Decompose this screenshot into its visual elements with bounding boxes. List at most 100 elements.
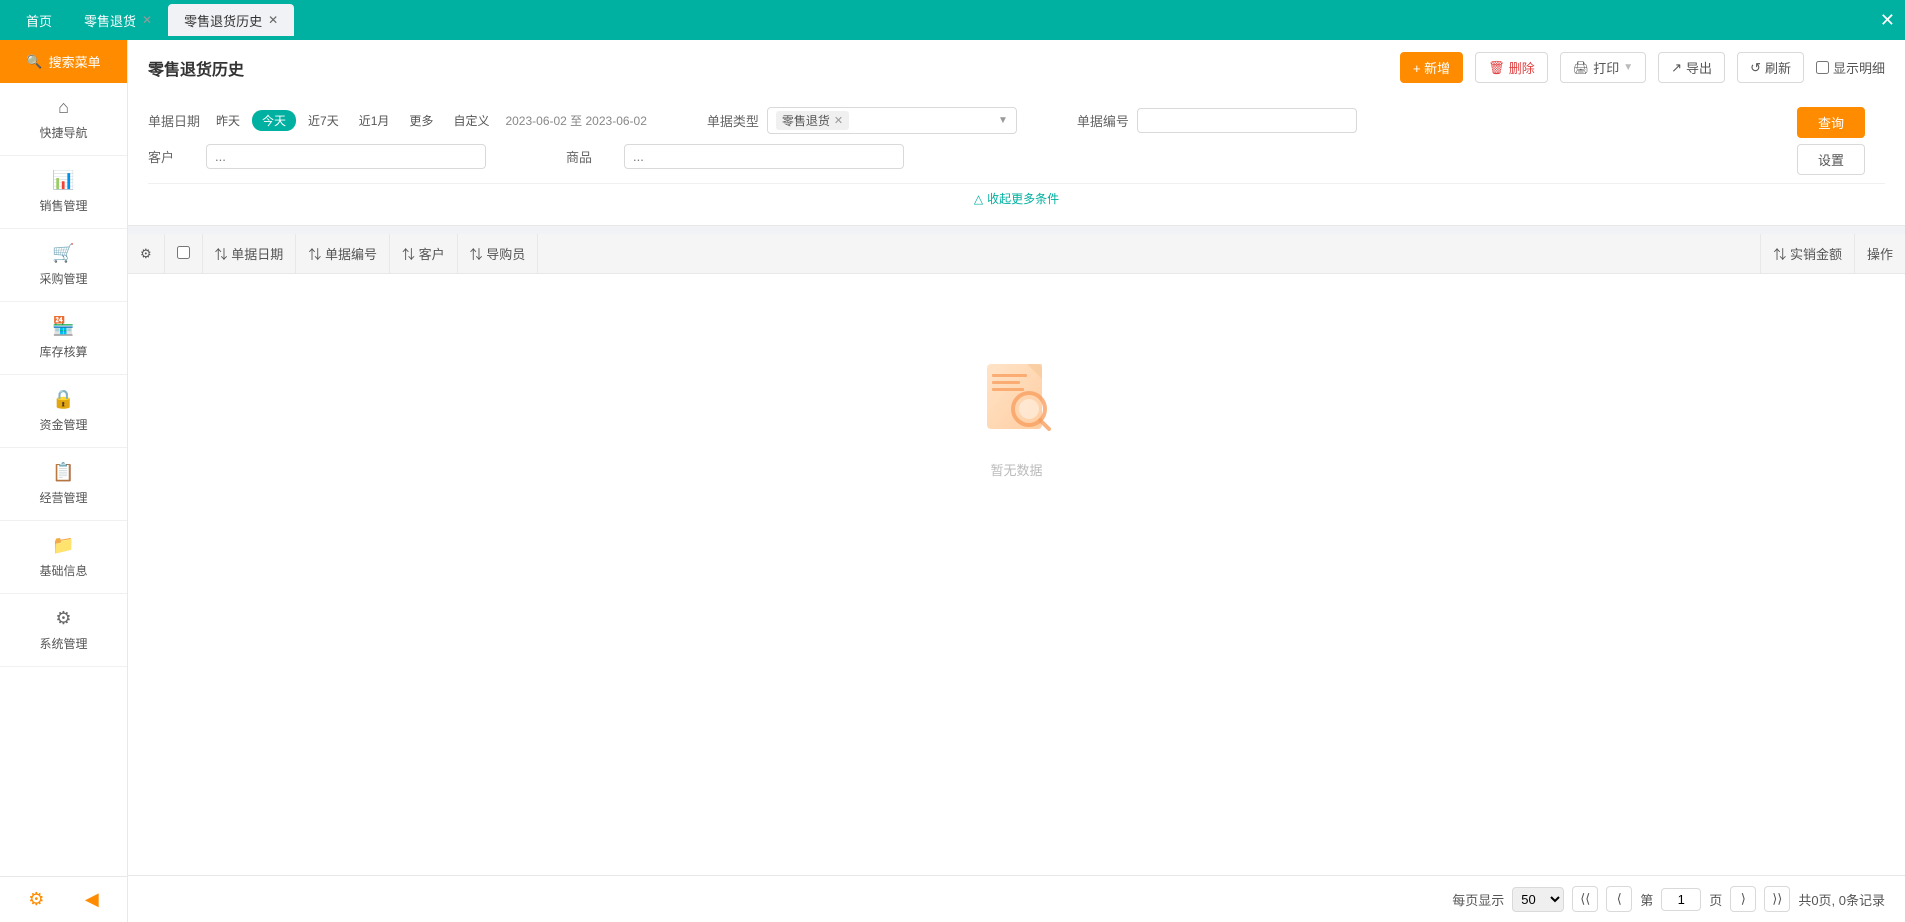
inventory-icon: 🏪 [52,316,74,337]
sidebar-item-purchase-mgmt[interactable]: 🛒 采购管理 [0,229,127,302]
doc-no-label: 单据编号 [1077,111,1129,130]
sidebar-bottom: ⚙ ◀ [0,876,127,922]
per-page-label: 每页显示 [1452,890,1504,909]
th-customer[interactable]: ⇅ 客户 [389,234,457,274]
date-btn-custom[interactable]: 自定义 [445,110,497,131]
date-buttons: 昨天 今天 近7天 近1月 更多 自定义 [208,110,497,131]
query-settings-area: 查询 设置 [1797,107,1885,175]
goods-label: 商品 [566,147,616,166]
th-action: 操作 [1854,234,1905,274]
filter-goods: 商品 [566,144,904,169]
tab-retail-return[interactable]: 零售退货 ✕ [68,4,168,36]
doc-type-select[interactable]: 零售退货 ✕ ▼ [767,107,1017,134]
window-close-btn[interactable]: ✕ [1880,10,1895,31]
tab-home-label: 首页 [26,11,52,30]
page-number-input[interactable] [1661,888,1701,911]
th-guide[interactable]: ⇅ 导购员 [457,234,538,274]
filter-row-2: 客户 商品 [148,144,1777,169]
sidebar-item-finance[interactable]: 🔒 资金管理 [0,375,127,448]
page-title-row: 零售退货历史 + 新增 🗑 删除 🖨 打印 ▼ ↗ 导出 [148,52,1885,83]
sidebar-item-base-info[interactable]: 📁 基础信息 [0,521,127,594]
tab-retail-return-history-label: 零售退货历史 [184,11,262,30]
tab-retail-return-label: 零售退货 [84,11,136,30]
operations-icon: 📋 [52,462,74,483]
th-check[interactable] [164,234,202,274]
customer-input[interactable] [206,144,486,169]
doc-no-input[interactable] [1137,108,1357,133]
total-info: 共0页, 0条记录 [1798,890,1885,909]
settings-btn[interactable]: 设置 [1797,144,1865,175]
th-doc-no[interactable]: ⇅ 单据编号 [296,234,390,274]
sidebar-item-quick-nav[interactable]: ⌂ 快捷导航 [0,83,127,156]
sidebar-item-inventory[interactable]: 🏪 库存核算 [0,302,127,375]
new-btn[interactable]: + 新增 [1400,52,1463,83]
sidebar-item-sales-label: 销售管理 [39,197,87,214]
doc-type-tag-remove[interactable]: ✕ [834,114,843,127]
tab-retail-return-history-close[interactable]: ✕ [268,13,278,27]
th-gear[interactable]: ⚙ [128,234,164,274]
sidebar-item-system-label: 系统管理 [39,635,87,652]
filter-date: 单据日期 昨天 今天 近7天 近1月 更多 自定义 2023-06-02 至 2… [148,110,647,131]
date-btn-more[interactable]: 更多 [401,110,441,131]
collapse-sidebar-icon[interactable]: ◀ [85,889,99,910]
th-doc-date[interactable]: ⇅ 单据日期 [202,234,296,274]
page-label-pre: 第 [1640,890,1653,909]
show-detail-checkbox[interactable]: 显示明细 [1816,58,1885,77]
data-table: ⚙ ⇅ 单据日期 ⇅ 单据编号 [128,234,1905,274]
doc-type-chevron-icon: ▼ [998,115,1008,126]
top-tab-bar: 首页 零售退货 ✕ 零售退货历史 ✕ ✕ [0,0,1905,40]
sidebar-item-system-mgmt[interactable]: ⚙ 系统管理 [0,594,127,667]
main-layout: 🔍 搜索菜单 ⌂ 快捷导航 📊 销售管理 🛒 采购管理 🏪 库存核算 🔒 资金管… [0,40,1905,922]
table-header-row: ⚙ ⇅ 单据日期 ⇅ 单据编号 [128,234,1905,274]
per-page-select[interactable]: 50 10 20 100 [1512,887,1564,912]
print-btn[interactable]: 🖨 打印 ▼ [1560,52,1646,83]
next-page-btn[interactable]: ⟩ [1730,886,1756,912]
filter-customer: 客户 [148,144,486,169]
empty-state: 暂无数据 [128,274,1905,559]
tab-retail-return-close[interactable]: ✕ [142,13,152,27]
content-area: 零售退货历史 + 新增 🗑 删除 🖨 打印 ▼ ↗ 导出 [128,40,1905,922]
sidebar-search[interactable]: 🔍 搜索菜单 [0,40,127,83]
doc-type-label: 单据类型 [707,111,759,130]
sidebar-item-inventory-label: 库存核算 [39,343,87,360]
filter-doc-no: 单据编号 [1077,108,1357,133]
th-amount[interactable]: ⇅ 实销金额 [1761,234,1855,274]
th-spacer [538,234,1761,274]
date-btn-yesterday[interactable]: 昨天 [208,110,248,131]
show-detail-input[interactable] [1816,61,1829,74]
sidebar-item-sales-mgmt[interactable]: 📊 销售管理 [0,156,127,229]
date-btn-1month[interactable]: 近1月 [351,110,398,131]
toolbar: + 新增 🗑 删除 🖨 打印 ▼ ↗ 导出 ↺ [1400,52,1885,83]
sidebar-item-purchase-label: 采购管理 [39,270,87,287]
first-page-btn[interactable]: ⟨⟨ [1572,886,1598,912]
page-header: 零售退货历史 + 新增 🗑 删除 🖨 打印 ▼ ↗ 导出 [128,40,1905,226]
delete-btn[interactable]: 🗑 删除 [1475,52,1548,83]
print-icon: 🖨 [1573,60,1590,76]
sales-icon: 📊 [52,170,74,191]
delete-icon: 🗑 [1488,60,1505,76]
page-title: 零售退货历史 [148,56,244,80]
date-btn-today[interactable]: 今天 [252,110,296,131]
prev-page-btn[interactable]: ⟨ [1606,886,1632,912]
filter-doc-type: 单据类型 零售退货 ✕ ▼ [707,107,1017,134]
pagination-bar: 每页显示 50 10 20 100 ⟨⟨ ⟨ 第 页 ⟩ ⟩⟩ 共0页, 0条记… [128,875,1905,922]
last-page-btn[interactable]: ⟩⟩ [1764,886,1790,912]
collapse-icon: △ [974,192,983,206]
collapse-btn[interactable]: △ 收起更多条件 [148,183,1885,213]
sidebar-item-operations[interactable]: 📋 经营管理 [0,448,127,521]
sidebar-item-quick-nav-label: 快捷导航 [39,124,87,141]
base-info-icon: 📁 [52,535,74,556]
purchase-icon: 🛒 [52,243,74,264]
query-btn[interactable]: 查询 [1797,107,1865,138]
settings-icon[interactable]: ⚙ [28,889,44,910]
refresh-btn[interactable]: ↺ 刷新 [1737,52,1804,83]
select-all-checkbox[interactable] [177,246,190,259]
tab-home[interactable]: 首页 [10,4,68,36]
search-icon: 🔍 [26,54,42,70]
export-btn[interactable]: ↗ 导出 [1658,52,1725,83]
tab-retail-return-history[interactable]: 零售退货历史 ✕ [168,4,294,36]
sidebar-item-finance-label: 资金管理 [39,416,87,433]
date-range-text: 2023-06-02 至 2023-06-02 [505,112,646,129]
date-btn-7days[interactable]: 近7天 [300,110,347,131]
goods-input[interactable] [624,144,904,169]
